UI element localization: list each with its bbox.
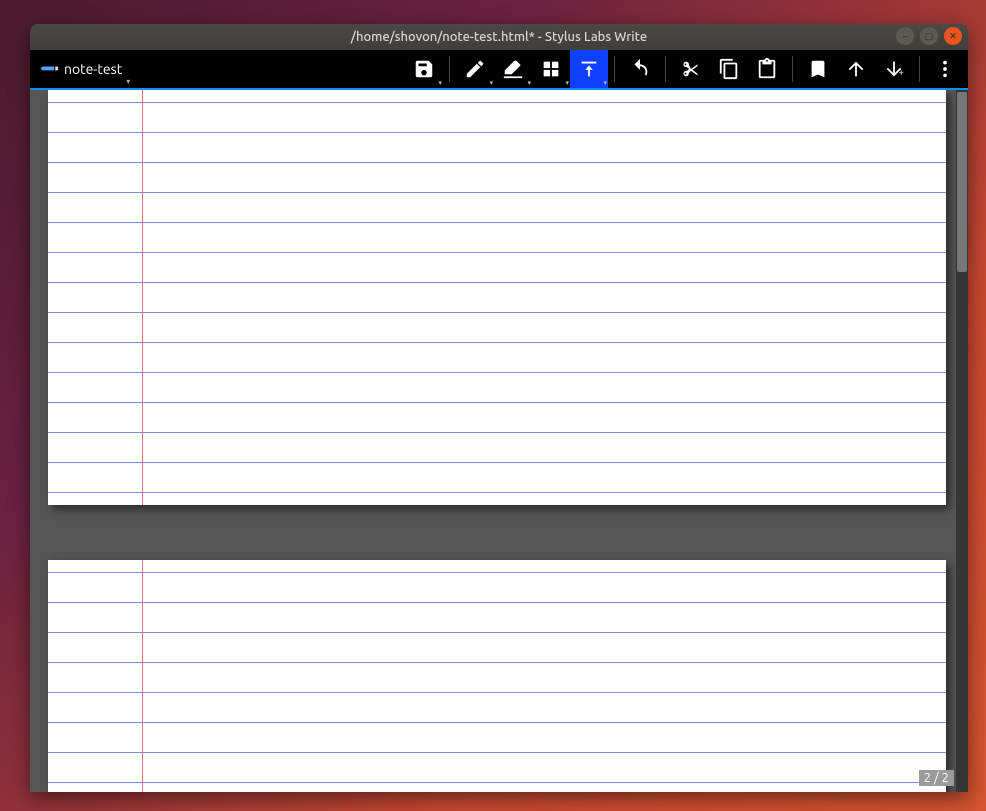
ruled-line [48,252,946,253]
ruled-line [48,372,946,373]
vertical-scrollbar[interactable] [956,90,968,792]
ruled-line [48,132,946,133]
chevron-down-icon: ▾ [527,79,531,87]
window-title: /home/shovon/note-test.html* - Stylus La… [351,30,647,44]
ruled-line [48,752,946,753]
ruled-line [48,462,946,463]
overflow-menu-button[interactable] [926,50,964,88]
scrollbar-thumb[interactable] [957,92,967,272]
app-window: /home/shovon/note-test.html* - Stylus La… [30,24,968,792]
eraser-tool-button[interactable]: ▾ [494,50,532,88]
window-controls: ‒ ▢ ✕ [896,27,962,45]
toolbar: note-test ▾ ▾ ▾ ▾ ▾ ▾ [30,50,968,90]
paste-button[interactable] [748,50,786,88]
insert-space-tool-button[interactable]: ▾ [570,50,608,88]
copy-button[interactable] [710,50,748,88]
ruled-line [48,692,946,693]
bookmark-button[interactable] [799,50,837,88]
ruled-line [48,572,946,573]
select-tool-button[interactable]: ▾ [532,50,570,88]
separator [792,56,793,82]
document-page[interactable] [48,560,946,792]
ruled-line [48,782,946,783]
previous-page-button[interactable] [837,50,875,88]
page-indicator: 2 / 2 [919,770,954,786]
page-indicator-label: 2 / 2 [924,771,949,785]
chevron-down-icon: ▾ [438,79,442,87]
ruled-line [48,192,946,193]
chevron-down-icon: ▾ [489,79,493,87]
ruled-line [48,632,946,633]
undo-button[interactable] [621,50,659,88]
ruled-line [48,312,946,313]
chevron-down-icon: ▾ [565,79,569,87]
maximize-button[interactable]: ▢ [920,27,938,45]
separator [919,56,920,82]
ruled-line [48,402,946,403]
margin-line [142,560,143,792]
document-tab[interactable]: note-test ▾ [34,50,132,88]
svg-text:+: + [899,66,904,77]
ruled-line [48,492,946,493]
ruled-line [48,432,946,433]
close-button[interactable]: ✕ [944,27,962,45]
document-page[interactable] [48,90,946,505]
ruled-line [48,222,946,223]
chevron-down-icon: ▾ [126,77,130,86]
ruled-line [48,342,946,343]
margin-line [142,90,143,505]
ruled-line [48,102,946,103]
separator [449,56,450,82]
ruled-line [48,662,946,663]
separator [665,56,666,82]
titlebar[interactable]: /home/shovon/note-test.html* - Stylus La… [30,24,968,50]
ruled-line [48,282,946,283]
next-page-button[interactable]: + [875,50,913,88]
ruled-line [48,162,946,163]
ruled-line [48,722,946,723]
pen-tool-button[interactable]: ▾ [456,50,494,88]
ruled-line [48,602,946,603]
chevron-down-icon: ▾ [603,79,607,87]
minimize-button[interactable]: ‒ [896,27,914,45]
pencil-icon [35,55,63,83]
cut-button[interactable] [672,50,710,88]
document-tab-label: note-test [64,61,122,77]
canvas-area[interactable]: 2 / 2 [30,90,968,792]
separator [614,56,615,82]
save-button[interactable]: ▾ [405,50,443,88]
